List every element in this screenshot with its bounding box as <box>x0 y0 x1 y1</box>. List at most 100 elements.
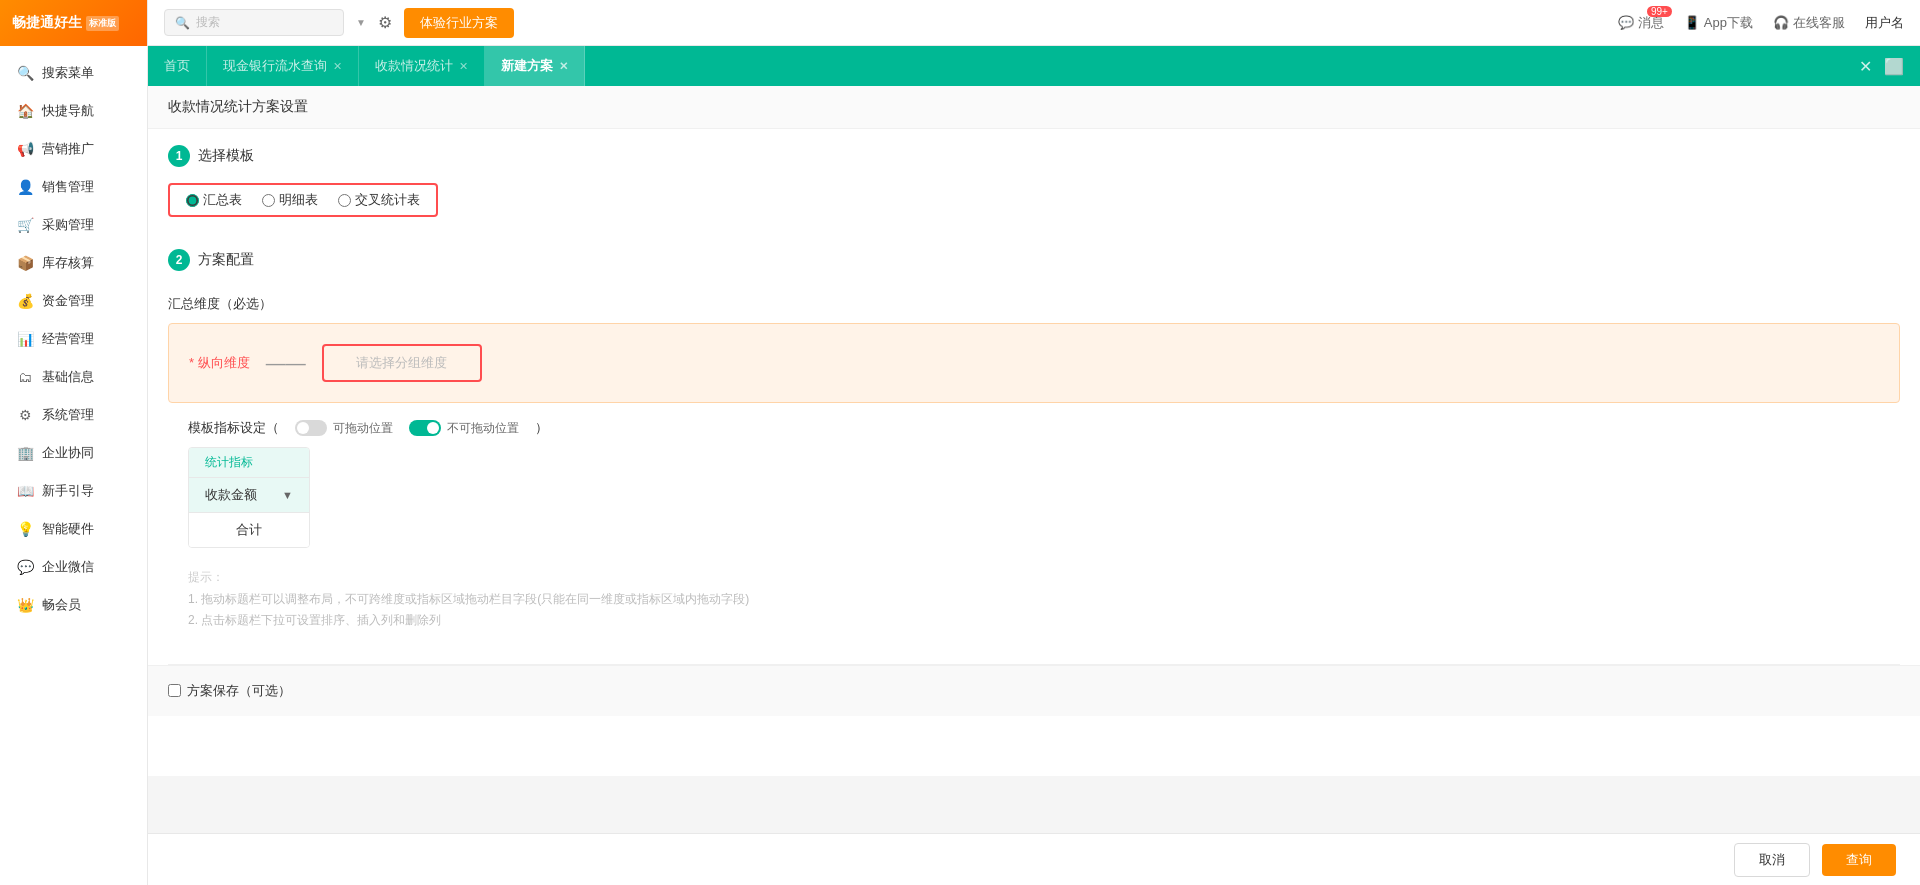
sidebar-item-label: 经营管理 <box>42 330 94 348</box>
sidebar-icon: 👤 <box>16 178 34 196</box>
sidebar-item-畅会员[interactable]: 👑 畅会员 <box>0 586 147 624</box>
sidebar-item-label: 新手引导 <box>42 482 94 500</box>
sidebar-icon: 📖 <box>16 482 34 500</box>
tip2-text: 2. 点击标题栏下拉可设置排序、插入列和删除列 <box>188 610 1880 632</box>
dropdown-arrow-icon[interactable]: ▼ <box>356 17 366 28</box>
sidebar-item-搜索菜单[interactable]: 🔍搜索菜单 <box>0 54 147 92</box>
sidebar-item-基础信息[interactable]: 🗂基础信息 <box>0 358 147 396</box>
download-label: App下载 <box>1704 14 1753 32</box>
sidebar-item-智能硬件[interactable]: 💡 智能硬件 <box>0 510 147 548</box>
metrics-amount-label: 收款金额 <box>205 486 257 504</box>
sidebar-item-快捷导航[interactable]: 🏠快捷导航 <box>0 92 147 130</box>
metrics-header: 模板指标设定（ 可拖动位置 不可拖动位置 ） <box>188 419 1880 437</box>
sidebar-icon: 🛒 <box>16 216 34 234</box>
sidebar-item-企业微信[interactable]: 💬企业微信 <box>0 548 147 586</box>
radio-detail[interactable]: 明细表 <box>262 191 318 209</box>
section-config: 2 方案配置 <box>148 233 1920 295</box>
tab-home-label: 首页 <box>164 57 190 75</box>
sidebar-icon: 👑 <box>16 596 34 614</box>
radio-cross-input[interactable] <box>338 194 351 207</box>
close-window-icon[interactable]: ✕ <box>1859 57 1872 76</box>
sidebar-item-库存核算[interactable]: 📦库存核算 <box>0 244 147 282</box>
section2-label: 方案配置 <box>198 251 254 269</box>
save-option-row: 方案保存（可选） <box>148 665 1920 716</box>
tab-bank-flow[interactable]: 现金银行流水查询 ✕ <box>207 46 359 86</box>
sidebar-item-label: 营销推广 <box>42 140 94 158</box>
metrics-amount-cell[interactable]: 收款金额 ▼ <box>189 478 309 512</box>
toggle1[interactable] <box>295 420 327 436</box>
sidebar-item-label: 销售管理 <box>42 178 94 196</box>
dimension-row: 纵向维度 —— 请选择分组维度 <box>189 344 1879 382</box>
toggle1-group[interactable]: 可拖动位置 <box>295 420 393 437</box>
search-box[interactable]: 🔍 搜索 <box>164 9 344 36</box>
headset-icon: 🎧 <box>1773 15 1789 30</box>
radio-cross[interactable]: 交叉统计表 <box>338 191 420 209</box>
sidebar-icon: 🏠 <box>16 102 34 120</box>
radio-cross-label: 交叉统计表 <box>355 191 420 209</box>
tab-new-plan-close-icon[interactable]: ✕ <box>559 60 568 73</box>
config-section: 汇总维度（必选） 纵向维度 —— 请选择分组维度 模板指标设定（ <box>148 295 1920 664</box>
radio-detail-input[interactable] <box>262 194 275 207</box>
search-placeholder: 搜索 <box>196 14 220 31</box>
section-template: 1 选择模板 汇总表 明细表 交叉统计表 <box>148 129 1920 233</box>
sidebar-item-label: 畅会员 <box>42 596 81 614</box>
sidebar-icon: 📊 <box>16 330 34 348</box>
query-button[interactable]: 查询 <box>1822 844 1896 876</box>
footer-bar: 取消 查询 <box>148 833 1920 885</box>
tab-collection-stats[interactable]: 收款情况统计 ✕ <box>359 46 485 86</box>
sidebar-item-资金管理[interactable]: 💰资金管理 <box>0 282 147 320</box>
cancel-button[interactable]: 取消 <box>1734 843 1810 877</box>
toggle2-label: 不可拖动位置 <box>447 420 519 437</box>
radio-summary[interactable]: 汇总表 <box>186 191 242 209</box>
settings-icon[interactable]: ⚙ <box>378 13 392 32</box>
sidebar-item-企业协同[interactable]: 🏢企业协同 <box>0 434 147 472</box>
support-button[interactable]: 🎧 在线客服 <box>1773 14 1845 32</box>
toggle1-label: 可拖动位置 <box>333 420 393 437</box>
sidebar-icon: 🗂 <box>16 368 34 386</box>
sidebar-item-经营管理[interactable]: 📊 经营管理 <box>0 320 147 358</box>
tab-actions: ✕ ⬜ <box>1859 57 1920 76</box>
brand-version: 标准版 <box>86 16 119 31</box>
tab-bank-flow-close-icon[interactable]: ✕ <box>333 60 342 73</box>
metrics-header-suffix: ） <box>535 419 548 437</box>
tab-new-plan-label: 新建方案 <box>501 57 553 75</box>
section2-num: 2 <box>168 249 190 271</box>
industry-button[interactable]: 体验行业方案 <box>404 8 514 38</box>
section1-num: 1 <box>168 145 190 167</box>
sidebar-item-新手引导[interactable]: 📖 新手引导 <box>0 472 147 510</box>
sidebar-item-营销推广[interactable]: 📢 营销推广 <box>0 130 147 168</box>
save-plan-checkbox[interactable] <box>168 684 181 697</box>
metrics-table: 统计指标 收款金额 ▼ 合计 <box>188 447 310 548</box>
sidebar-nav: 🔍搜索菜单🏠快捷导航 📢 营销推广 👤 销售管理 🛒采购管理📦库存核算💰资金管理 📊 经营管理… <box>0 46 147 885</box>
sidebar-item-采购管理[interactable]: 🛒采购管理 <box>0 206 147 244</box>
sidebar-item-销售管理[interactable]: 👤 销售管理 <box>0 168 147 206</box>
tab-home[interactable]: 首页 <box>148 46 207 86</box>
sidebar-icon: 💡 <box>16 520 34 538</box>
tab-new-plan[interactable]: 新建方案 ✕ <box>485 46 585 86</box>
radio-summary-label: 汇总表 <box>203 191 242 209</box>
section1-label: 选择模板 <box>198 147 254 165</box>
vertical-dimension-label: 纵向维度 <box>189 354 250 372</box>
tips-title: 提示： <box>188 570 224 584</box>
tab-collection-stats-close-icon[interactable]: ✕ <box>459 60 468 73</box>
dimension-select-box[interactable]: 请选择分组维度 <box>322 344 482 382</box>
sidebar-icon: 📢 <box>16 140 34 158</box>
metrics-section: 模板指标设定（ 可拖动位置 不可拖动位置 ） 统计指标 <box>168 419 1900 551</box>
brand-logo: 畅捷通好生 标准版 <box>0 0 147 46</box>
sidebar-item-label: 智能硬件 <box>42 520 94 538</box>
sidebar-icon: 🏢 <box>16 444 34 462</box>
dimension-title: 汇总维度（必选） <box>168 295 1900 313</box>
page-inner: 收款情况统计方案设置 1 选择模板 汇总表 明细表 <box>148 86 1920 776</box>
sidebar-item-系统管理[interactable]: ⚙系统管理 <box>0 396 147 434</box>
sidebar-icon: ⚙ <box>16 406 34 424</box>
dimension-area: 纵向维度 —— 请选择分组维度 <box>168 323 1900 403</box>
maximize-icon[interactable]: ⬜ <box>1884 57 1904 76</box>
topbar: 🔍 搜索 ▼ ⚙ 体验行业方案 💬 消息 99+ 📱 App下载 🎧 在线客服 … <box>148 0 1920 46</box>
save-plan-label: 方案保存（可选） <box>187 682 291 700</box>
main: 🔍 搜索 ▼ ⚙ 体验行业方案 💬 消息 99+ 📱 App下载 🎧 在线客服 … <box>148 0 1920 885</box>
toggle2-group[interactable]: 不可拖动位置 <box>409 420 519 437</box>
toggle2[interactable] <box>409 420 441 436</box>
radio-summary-input[interactable] <box>186 194 199 207</box>
message-button[interactable]: 💬 消息 99+ <box>1618 14 1664 32</box>
download-button[interactable]: 📱 App下载 <box>1684 14 1753 32</box>
